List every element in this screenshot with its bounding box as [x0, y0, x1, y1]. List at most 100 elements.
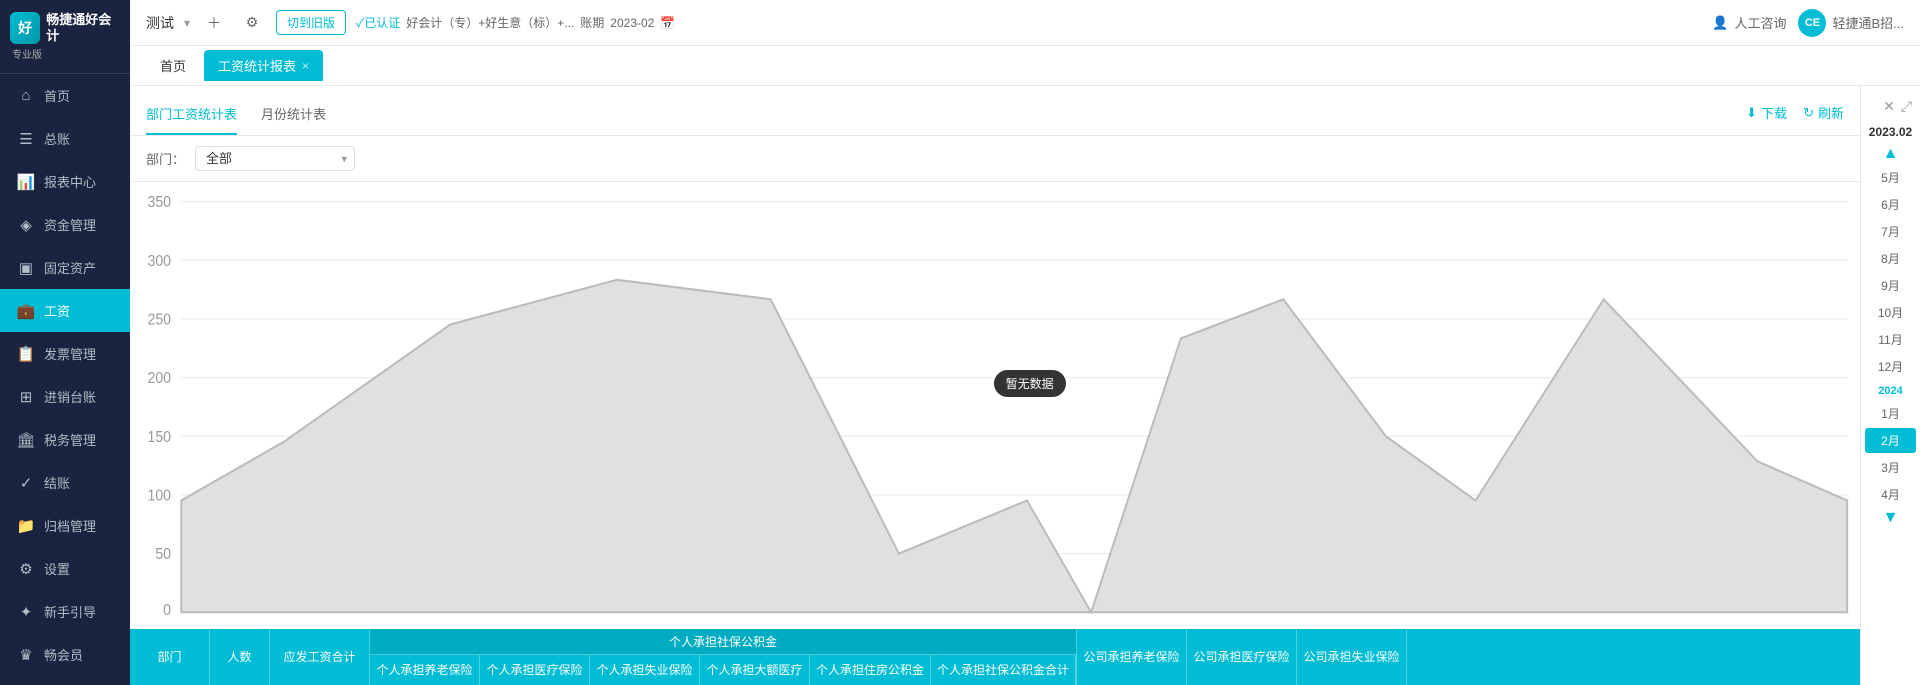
sidebar-item-guide[interactable]: ✦ 新手引导 [0, 590, 130, 633]
invoice-icon: 📋 [16, 345, 36, 363]
tab-salary-label: 工资统计报表 [218, 56, 296, 75]
th-company-pension: 公司承担养老保险 [1077, 629, 1187, 685]
th-company-unemployment: 公司承担失业保险 [1297, 629, 1407, 685]
sidebar: 好 畅捷通好会计 专业版 ⌂ 首页 ☰ 总账 📊 报表中心 ◈ 资金管理 ▣ 固… [0, 0, 130, 685]
table-header: 部门 人数 应发工资合计 个人承担社保公积金 个人承担养老保险 个人承担医疗保险… [130, 629, 1860, 685]
tax-icon: 🏛 [16, 431, 36, 449]
dept-filter-label: 部门： [146, 149, 185, 168]
th-company-medical: 公司承担医疗保险 [1187, 629, 1297, 685]
expand-panel-btn[interactable]: ⤢ [1901, 98, 1912, 115]
sidebar-item-reports-label: 报表中心 [44, 172, 96, 191]
content-area: 部门工资统计表 月份统计表 ⬇ 下载 ↻ 刷新 [130, 86, 1920, 685]
user-name: 轻捷通B招... [1832, 13, 1904, 32]
archive-icon: 📁 [16, 517, 36, 535]
sidebar-item-salary-label: 工资 [44, 301, 70, 320]
tabbar: 首页 工资统计报表 × [130, 46, 1920, 86]
ai-consult-btn[interactable]: 👤 人工咨询 [1712, 13, 1786, 32]
th-personal-total: 个人承担社保公积金合计 [931, 655, 1076, 685]
month-7[interactable]: 7月 [1865, 219, 1916, 244]
sidebar-item-members[interactable]: ♛ 畅会员 [0, 633, 130, 676]
sidebar-item-home[interactable]: ⌂ 首页 [0, 74, 130, 117]
assets-icon: ▣ [16, 259, 36, 277]
current-year-label: 2023.02 [1869, 125, 1912, 139]
subtab-month[interactable]: 月份统计表 [261, 98, 326, 135]
sidebar-item-salary[interactable]: 💼 工资 [0, 289, 130, 332]
reports-icon: 📊 [16, 173, 36, 191]
home-icon: ⌂ [16, 87, 36, 104]
topbar-settings-btn[interactable]: ⚙ [238, 9, 266, 37]
dept-select[interactable]: 全部 销售部 财务部 行政部 技术部 [195, 146, 355, 171]
month-8[interactable]: 8月 [1865, 246, 1916, 271]
month-prev-arrow[interactable]: ▲ [1881, 143, 1901, 165]
sidebar-item-assets[interactable]: ▣ 固定资产 [0, 246, 130, 289]
guide-icon: ✦ [16, 603, 36, 621]
month-11[interactable]: 11月 [1865, 327, 1916, 352]
sidebar-item-ledger[interactable]: ☰ 总账 [0, 117, 130, 160]
content-main: 部门工资统计表 月份统计表 ⬇ 下载 ↻ 刷新 [130, 86, 1860, 685]
sidebar-item-closing[interactable]: ✓ 结账 [0, 461, 130, 504]
close-panel-btn[interactable]: ✕ [1883, 98, 1895, 115]
month-6[interactable]: 6月 [1865, 192, 1916, 217]
month-next-arrow[interactable]: ▼ [1881, 507, 1901, 529]
svg-text:350: 350 [147, 195, 171, 212]
certified-status: ✓已认证 [356, 14, 400, 31]
sidebar-item-members-label: 畅会员 [44, 645, 83, 664]
topbar-dropdown-arrow[interactable]: ▾ [184, 16, 190, 30]
sidebar-item-reports[interactable]: 📊 报表中心 [0, 160, 130, 203]
settings-icon: ⚙ [16, 560, 36, 578]
sidebar-item-home-label: 首页 [44, 86, 70, 105]
period-label: 账期 [580, 14, 604, 31]
topbar-add-btn[interactable]: ＋ [200, 9, 228, 37]
tab-home[interactable]: 首页 [146, 50, 200, 81]
month-2024-1[interactable]: 1月 [1865, 401, 1916, 426]
month-9[interactable]: 9月 [1865, 273, 1916, 298]
th-social-group: 个人承担社保公积金 [370, 629, 1076, 655]
sidebar-item-assets-label: 固定资产 [44, 258, 96, 277]
month-2024-4[interactable]: 4月 [1865, 482, 1916, 507]
month-5[interactable]: 5月 [1865, 165, 1916, 190]
sidebar-item-invoice[interactable]: 📋 发票管理 [0, 332, 130, 375]
month-12[interactable]: 12月 [1865, 354, 1916, 379]
logo-area: 好 畅捷通好会计 专业版 [0, 0, 130, 74]
svg-text:50: 50 [155, 547, 171, 564]
svg-text:200: 200 [147, 371, 171, 388]
month-10[interactable]: 10月 [1865, 300, 1916, 325]
svg-text:100: 100 [147, 488, 171, 505]
tab-close-icon[interactable]: × [302, 59, 309, 73]
app-edition: 专业版 [10, 46, 120, 61]
month-2024-2[interactable]: 2月 [1865, 428, 1916, 453]
svg-text:300: 300 [147, 253, 171, 270]
sidebar-item-tax[interactable]: 🏛 税务管理 [0, 418, 130, 461]
sidebar-item-funds-label: 资金管理 [44, 215, 96, 234]
user-menu[interactable]: CE 轻捷通B招... [1798, 9, 1904, 37]
sidebar-item-settings[interactable]: ⚙ 设置 [0, 547, 130, 590]
switch-version-btn[interactable]: 切到旧版 [276, 10, 346, 35]
sidebar-item-archive[interactable]: 📁 归档管理 [0, 504, 130, 547]
topbar-right: 👤 人工咨询 CE 轻捷通B招... [1712, 9, 1904, 37]
topbar-title: 测试 [146, 13, 174, 33]
ledger-icon: ☰ [16, 130, 36, 148]
ai-icon: 👤 [1712, 15, 1728, 31]
sidebar-item-tax-label: 税务管理 [44, 430, 96, 449]
refresh-icon: ↻ [1803, 105, 1814, 121]
month-2024-3[interactable]: 3月 [1865, 455, 1916, 480]
sidebar-item-sales[interactable]: ⊞ 进销台账 [0, 375, 130, 418]
dept-select-wrapper: 全部 销售部 财务部 行政部 技术部 ▾ [195, 146, 355, 171]
sidebar-item-settings-label: 设置 [44, 559, 70, 578]
month-list: 5月 6月 7月 8月 9月 10月 11月 12月 2024 1月 2月 3月… [1861, 165, 1920, 507]
app-name: 畅捷通好会计 [46, 12, 120, 43]
refresh-btn[interactable]: ↻ 刷新 [1803, 103, 1844, 122]
th-personal-pension: 个人承担养老保险 [370, 655, 480, 685]
subtab-dept[interactable]: 部门工资统计表 [146, 98, 237, 135]
sidebar-item-funds[interactable]: ◈ 资金管理 [0, 203, 130, 246]
th-personal-unemployment: 个人承担失业保险 [590, 655, 700, 685]
sidebar-item-ledger-label: 总账 [44, 129, 70, 148]
period-value: 2023-02 [610, 16, 654, 30]
th-people: 人数 [210, 629, 270, 685]
topbar-status: ✓已认证 好会计（专）+好生意（标）+... 账期 2023-02 📅 [356, 14, 675, 31]
tab-salary-report[interactable]: 工资统计报表 × [204, 50, 323, 81]
topbar: 测试 ▾ ＋ ⚙ 切到旧版 ✓已认证 好会计（专）+好生意（标）+... 账期 … [130, 0, 1920, 46]
calendar-icon[interactable]: 📅 [660, 16, 675, 30]
members-icon: ♛ [16, 646, 36, 664]
download-btn[interactable]: ⬇ 下载 [1746, 103, 1787, 122]
